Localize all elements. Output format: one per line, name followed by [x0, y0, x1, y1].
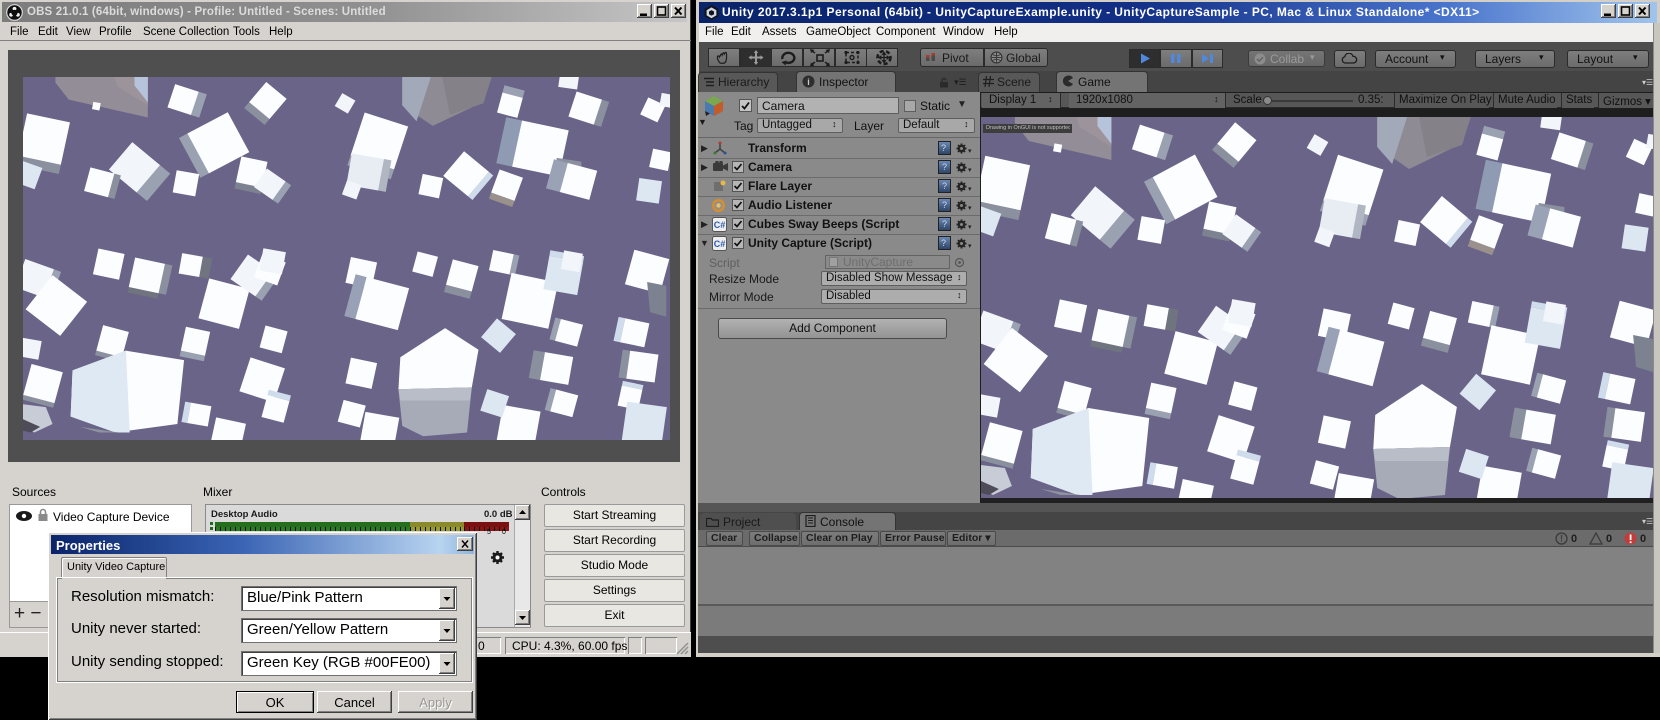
svg-text:C#: C#: [714, 220, 726, 230]
svg-text:C#: C#: [714, 239, 726, 249]
svg-text:i: i: [807, 77, 810, 87]
svg-text:!: !: [1560, 534, 1563, 544]
